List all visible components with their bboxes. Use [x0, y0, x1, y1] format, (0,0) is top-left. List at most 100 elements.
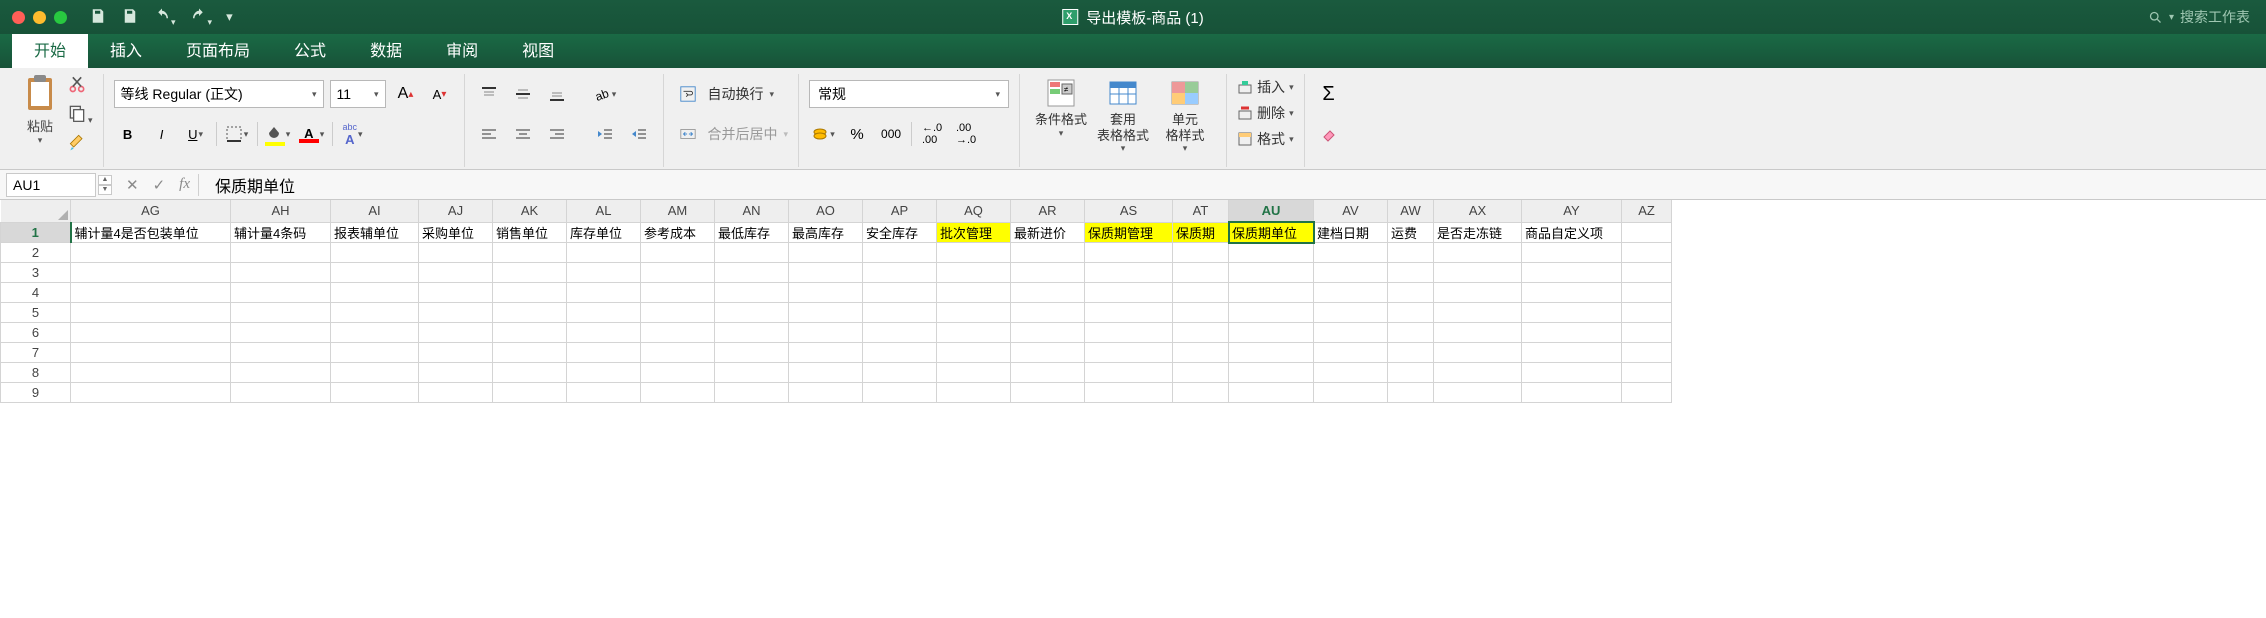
cell-AT3[interactable] [1173, 263, 1229, 283]
phonetic-button[interactable]: abcA▾ [339, 120, 367, 148]
cell-AO3[interactable] [789, 263, 863, 283]
column-header-AT[interactable]: AT [1173, 200, 1229, 222]
cell-AI4[interactable] [331, 283, 419, 303]
cell-AZ6[interactable] [1622, 323, 1672, 343]
cell-AK9[interactable] [493, 383, 567, 403]
cell-AN3[interactable] [715, 263, 789, 283]
cell-AG2[interactable] [71, 243, 231, 263]
row-header-8[interactable]: 8 [1, 363, 71, 383]
cell-AY5[interactable] [1522, 303, 1622, 323]
cell-AR6[interactable] [1011, 323, 1085, 343]
cell-AW1[interactable]: 运费 [1388, 222, 1434, 243]
cell-AI5[interactable] [331, 303, 419, 323]
cell-AV2[interactable] [1314, 243, 1388, 263]
qat-customize-icon[interactable]: ▾ [226, 9, 233, 25]
align-right-button[interactable] [543, 120, 571, 148]
cell-AY8[interactable] [1522, 363, 1622, 383]
cell-AK8[interactable] [493, 363, 567, 383]
column-header-AZ[interactable]: AZ [1622, 200, 1672, 222]
cell-AY9[interactable] [1522, 383, 1622, 403]
cell-AS9[interactable] [1085, 383, 1173, 403]
enter-formula-icon[interactable]: ✓ [153, 176, 166, 194]
column-header-AX[interactable]: AX [1434, 200, 1522, 222]
cell-AN9[interactable] [715, 383, 789, 403]
cell-AR7[interactable] [1011, 343, 1085, 363]
formula-input[interactable]: 保质期单位 [207, 173, 2266, 197]
cell-AY2[interactable] [1522, 243, 1622, 263]
wrap-text-icon[interactable] [674, 80, 702, 108]
cell-AH5[interactable] [231, 303, 331, 323]
paste-button[interactable]: 粘贴 ▾ [18, 74, 62, 155]
cell-AN4[interactable] [715, 283, 789, 303]
merge-icon[interactable] [674, 120, 702, 148]
cell-AZ7[interactable] [1622, 343, 1672, 363]
cell-AO4[interactable] [789, 283, 863, 303]
cell-AZ5[interactable] [1622, 303, 1672, 323]
number-format-select[interactable]: 常规▾ [809, 80, 1009, 108]
cell-AY6[interactable] [1522, 323, 1622, 343]
clear-button[interactable] [1315, 120, 1343, 148]
cell-AR1[interactable]: 最新进价 [1011, 222, 1085, 243]
cell-AL2[interactable] [567, 243, 641, 263]
orientation-button[interactable]: ab▾ [591, 80, 619, 108]
cell-AH9[interactable] [231, 383, 331, 403]
cell-AI1[interactable]: 报表辅单位 [331, 222, 419, 243]
cell-AK2[interactable] [493, 243, 567, 263]
cell-AZ8[interactable] [1622, 363, 1672, 383]
cell-styles-button[interactable]: 单元 格样式▾ [1154, 74, 1216, 154]
cell-AT8[interactable] [1173, 363, 1229, 383]
cell-AV3[interactable] [1314, 263, 1388, 283]
cell-AP9[interactable] [863, 383, 937, 403]
column-header-AP[interactable]: AP [863, 200, 937, 222]
cell-AO2[interactable] [789, 243, 863, 263]
cell-AJ3[interactable] [419, 263, 493, 283]
increase-indent-button[interactable] [625, 120, 653, 148]
cell-AI7[interactable] [331, 343, 419, 363]
cell-AS1[interactable]: 保质期管理 [1085, 222, 1173, 243]
autosum-button[interactable]: Σ [1315, 80, 1343, 108]
tab-插入[interactable]: 插入 [88, 29, 164, 68]
cell-AI2[interactable] [331, 243, 419, 263]
cell-AJ9[interactable] [419, 383, 493, 403]
cell-AQ5[interactable] [937, 303, 1011, 323]
tab-视图[interactable]: 视图 [500, 29, 576, 68]
row-header-1[interactable]: 1 [1, 222, 71, 243]
cell-AT7[interactable] [1173, 343, 1229, 363]
cell-AM3[interactable] [641, 263, 715, 283]
grow-font-button[interactable]: A▴ [392, 80, 420, 108]
cell-AT2[interactable] [1173, 243, 1229, 263]
cell-AS2[interactable] [1085, 243, 1173, 263]
cell-AW8[interactable] [1388, 363, 1434, 383]
qat-save-icon[interactable] [89, 7, 107, 28]
comma-button[interactable]: 000 [877, 120, 905, 148]
cell-AX5[interactable] [1434, 303, 1522, 323]
cell-AL3[interactable] [567, 263, 641, 283]
cell-AL4[interactable] [567, 283, 641, 303]
insert-cells-button[interactable]: 插入▾ [1237, 74, 1294, 100]
cell-AL6[interactable] [567, 323, 641, 343]
cell-AG9[interactable] [71, 383, 231, 403]
cell-AQ7[interactable] [937, 343, 1011, 363]
fx-icon[interactable]: fx [179, 176, 190, 193]
row-header-5[interactable]: 5 [1, 303, 71, 323]
format-table-button[interactable]: 套用 表格格式▾ [1092, 74, 1154, 154]
cell-AU3[interactable] [1229, 263, 1314, 283]
cell-AK3[interactable] [493, 263, 567, 283]
qat-save2-icon[interactable] [121, 7, 139, 28]
align-top-button[interactable] [475, 80, 503, 108]
cell-AG7[interactable] [71, 343, 231, 363]
cell-AJ7[interactable] [419, 343, 493, 363]
cell-AQ3[interactable] [937, 263, 1011, 283]
delete-cells-button[interactable]: 删除▾ [1237, 100, 1294, 126]
bold-button[interactable]: B [114, 120, 142, 148]
fill-color-button[interactable]: ▾ [264, 120, 292, 148]
cell-AW2[interactable] [1388, 243, 1434, 263]
cell-AX3[interactable] [1434, 263, 1522, 283]
cell-AM1[interactable]: 参考成本 [641, 222, 715, 243]
increase-decimal-button[interactable]: ←.0.00 [918, 120, 946, 148]
cell-AH2[interactable] [231, 243, 331, 263]
cell-AY3[interactable] [1522, 263, 1622, 283]
minimize-window[interactable] [33, 11, 46, 24]
cell-AJ4[interactable] [419, 283, 493, 303]
column-header-AU[interactable]: AU [1229, 200, 1314, 222]
